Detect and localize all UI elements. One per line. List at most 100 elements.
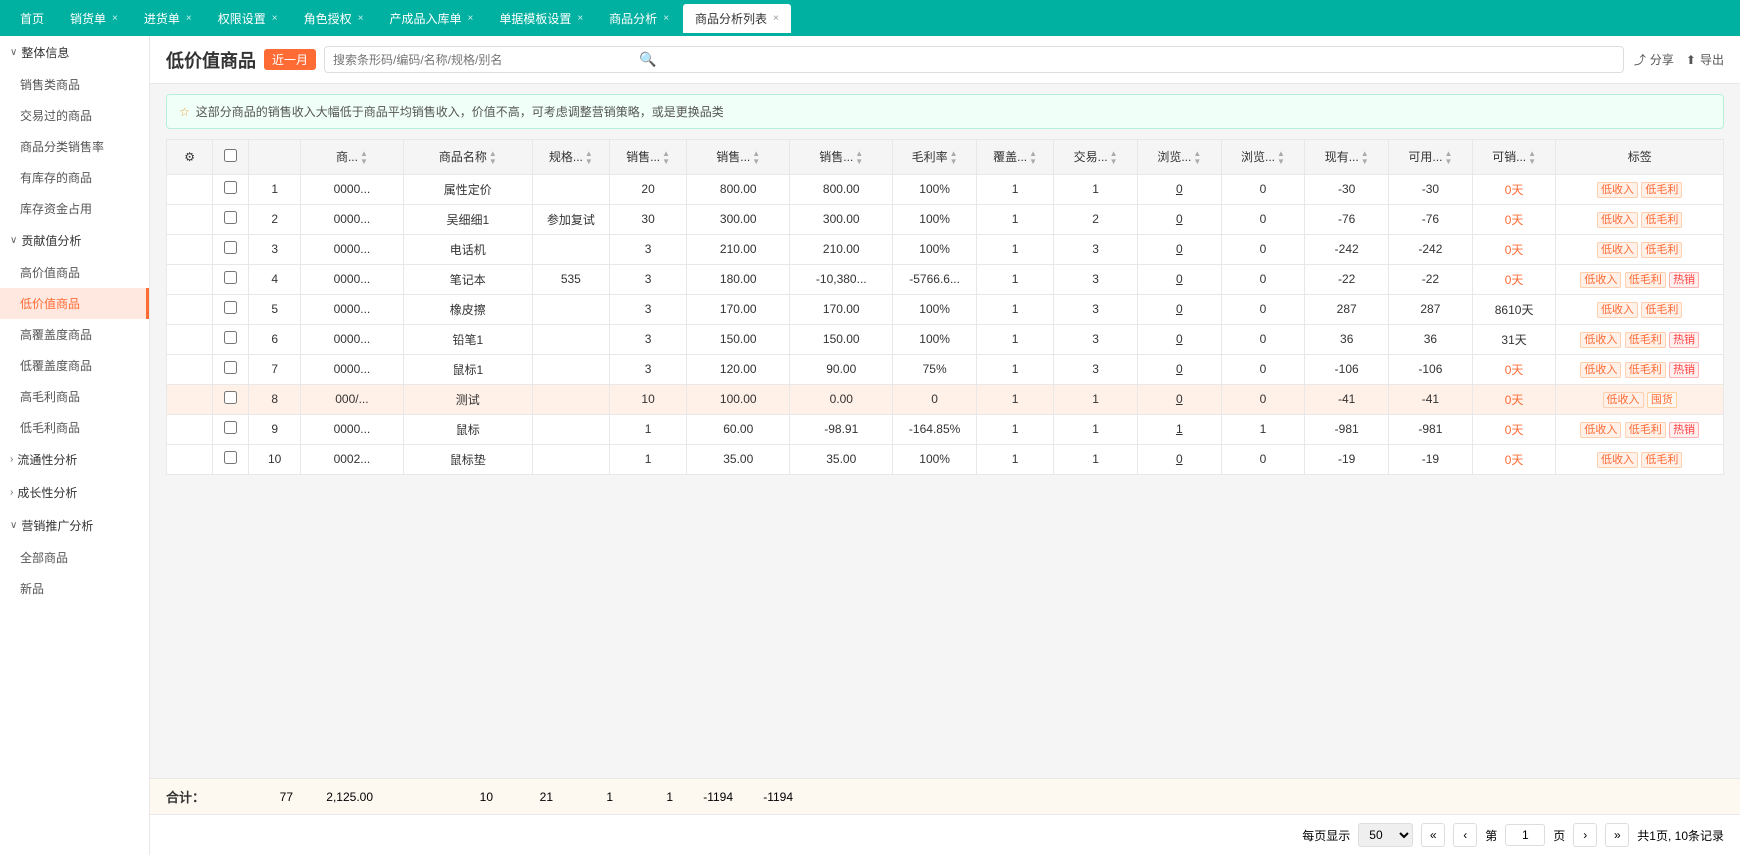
cell-checkbox[interactable] <box>213 264 249 294</box>
row-checkbox[interactable] <box>224 331 237 344</box>
cell-checkbox[interactable] <box>213 204 249 234</box>
nav-purchase[interactable]: 进货单 × <box>132 4 204 33</box>
col-header-avail[interactable]: 可用...▲▼ <box>1389 140 1473 175</box>
row-checkbox[interactable] <box>224 181 237 194</box>
period-button[interactable]: 近一月 <box>264 49 316 70</box>
select-all-checkbox[interactable] <box>224 149 237 162</box>
cell-pv[interactable]: 0 <box>1137 204 1221 234</box>
nav-product-stock[interactable]: 产成品入库单 × <box>377 4 485 33</box>
col-header-sellable[interactable]: 可销...▲▼ <box>1472 140 1556 175</box>
nav-home[interactable]: 首页 <box>8 4 56 33</box>
sidebar-item-new-products[interactable]: 新品 <box>0 573 149 604</box>
col-header-name[interactable]: 商品名称▲▼ <box>403 140 532 175</box>
col-header-code[interactable]: 商...▲▼ <box>300 140 403 175</box>
cell-pv[interactable]: 0 <box>1137 264 1221 294</box>
col-header-sales-qty[interactable]: 销售...▲▼ <box>609 140 686 175</box>
cell-checkbox[interactable] <box>213 294 249 324</box>
nav-template[interactable]: 单据模板设置 × <box>487 4 595 33</box>
search-icon[interactable]: 🔍 <box>639 51 656 68</box>
nav-permission[interactable]: 权限设置 × <box>206 4 290 33</box>
row-checkbox[interactable] <box>224 421 237 434</box>
nav-permission-close[interactable]: × <box>272 13 278 24</box>
cell-pv[interactable]: 1 <box>1137 414 1221 444</box>
nav-goods-list[interactable]: 商品分析列表 × <box>683 4 791 33</box>
nav-purchase-close[interactable]: × <box>186 13 192 24</box>
col-header-sales-amt[interactable]: 销售...▲▼ <box>687 140 790 175</box>
cell-checkbox[interactable] <box>213 354 249 384</box>
sidebar-item-low-value[interactable]: 低价值商品 <box>0 288 149 319</box>
row-checkbox[interactable] <box>224 301 237 314</box>
sidebar-item-all-products[interactable]: 全部商品 <box>0 542 149 573</box>
sidebar-group-marketing[interactable]: ∨ 营销推广分析 <box>0 509 149 542</box>
nav-product-stock-close[interactable]: × <box>467 13 473 24</box>
pv-link[interactable]: 0 <box>1176 392 1183 406</box>
per-page-select[interactable]: 50 100 200 <box>1358 823 1413 847</box>
nav-role[interactable]: 角色授权 × <box>292 4 376 33</box>
nav-goods-list-close[interactable]: × <box>773 13 779 24</box>
pv-link[interactable]: 0 <box>1176 452 1183 466</box>
cell-checkbox[interactable] <box>213 414 249 444</box>
col-header-gross-rate[interactable]: 毛利率▲▼ <box>893 140 977 175</box>
cell-pv[interactable]: 0 <box>1137 324 1221 354</box>
row-checkbox[interactable] <box>224 211 237 224</box>
cell-checkbox[interactable] <box>213 234 249 264</box>
col-header-trade[interactable]: 交易...▲▼ <box>1054 140 1138 175</box>
col-header-gear[interactable]: ⚙ <box>167 140 213 175</box>
sidebar-item-traded-products[interactable]: 交易过的商品 <box>0 100 149 131</box>
col-header-stock[interactable]: 现有...▲▼ <box>1305 140 1389 175</box>
page-number-input[interactable] <box>1505 824 1545 846</box>
col-header-spec[interactable]: 规格...▲▼ <box>532 140 609 175</box>
row-checkbox[interactable] <box>224 271 237 284</box>
cell-pv[interactable]: 0 <box>1137 354 1221 384</box>
cell-pv[interactable]: 0 <box>1137 384 1221 414</box>
sidebar-item-category-rate[interactable]: 商品分类销售率 <box>0 131 149 162</box>
sidebar-item-high-coverage[interactable]: 高覆盖度商品 <box>0 319 149 350</box>
sidebar-item-high-margin[interactable]: 高毛利商品 <box>0 381 149 412</box>
next-page-button[interactable]: › <box>1573 823 1597 847</box>
sidebar-group-overview[interactable]: ∨ 整体信息 <box>0 36 149 69</box>
sidebar-item-high-value[interactable]: 高价值商品 <box>0 257 149 288</box>
pv-link[interactable]: 0 <box>1176 332 1183 346</box>
cell-pv[interactable]: 0 <box>1137 174 1221 204</box>
cell-pv[interactable]: 0 <box>1137 234 1221 264</box>
sidebar-group-growth[interactable]: › 成长性分析 <box>0 476 149 509</box>
col-header-cover[interactable]: 覆盖...▲▼ <box>976 140 1053 175</box>
nav-template-close[interactable]: × <box>577 13 583 24</box>
pv-link[interactable]: 0 <box>1176 302 1183 316</box>
nav-goods-analysis[interactable]: 商品分析 × <box>597 4 681 33</box>
sidebar-item-low-coverage[interactable]: 低覆盖度商品 <box>0 350 149 381</box>
pv-link[interactable]: 0 <box>1176 362 1183 376</box>
sidebar-group-liquidity[interactable]: › 流通性分析 <box>0 443 149 476</box>
sidebar-item-stocked-products[interactable]: 有库存的商品 <box>0 162 149 193</box>
col-header-sales-gross[interactable]: 销售...▲▼ <box>790 140 893 175</box>
cell-checkbox[interactable] <box>213 174 249 204</box>
pv-link[interactable]: 0 <box>1176 242 1183 256</box>
prev-page-button[interactable]: ‹ <box>1453 823 1477 847</box>
sidebar-group-contribution[interactable]: ∨ 贡献值分析 <box>0 224 149 257</box>
sidebar-item-low-margin[interactable]: 低毛利商品 <box>0 412 149 443</box>
pv-link[interactable]: 0 <box>1176 212 1183 226</box>
pv-link[interactable]: 0 <box>1176 272 1183 286</box>
col-header-pv2[interactable]: 浏览...▲▼ <box>1221 140 1305 175</box>
nav-sales[interactable]: 销货单 × <box>58 4 130 33</box>
row-checkbox[interactable] <box>224 241 237 254</box>
row-checkbox[interactable] <box>224 451 237 464</box>
nav-role-close[interactable]: × <box>358 13 364 24</box>
cell-checkbox[interactable] <box>213 444 249 474</box>
row-checkbox[interactable] <box>224 361 237 374</box>
pv-link[interactable]: 0 <box>1176 182 1183 196</box>
nav-goods-analysis-close[interactable]: × <box>663 13 669 24</box>
last-page-button[interactable]: » <box>1605 823 1629 847</box>
first-page-button[interactable]: « <box>1421 823 1445 847</box>
row-checkbox[interactable] <box>224 391 237 404</box>
col-header-pv[interactable]: 浏览...▲▼ <box>1137 140 1221 175</box>
cell-checkbox[interactable] <box>213 384 249 414</box>
share-button[interactable]: ⤴ 分享 <box>1634 51 1674 68</box>
export-button[interactable]: ⬆ 导出 <box>1686 51 1724 68</box>
cell-checkbox[interactable] <box>213 324 249 354</box>
sidebar-item-stock-capital[interactable]: 库存资金占用 <box>0 193 149 224</box>
cell-pv[interactable]: 0 <box>1137 444 1221 474</box>
sidebar-item-sales-products[interactable]: 销售类商品 <box>0 69 149 100</box>
cell-pv[interactable]: 0 <box>1137 294 1221 324</box>
pv-link[interactable]: 1 <box>1176 422 1183 436</box>
